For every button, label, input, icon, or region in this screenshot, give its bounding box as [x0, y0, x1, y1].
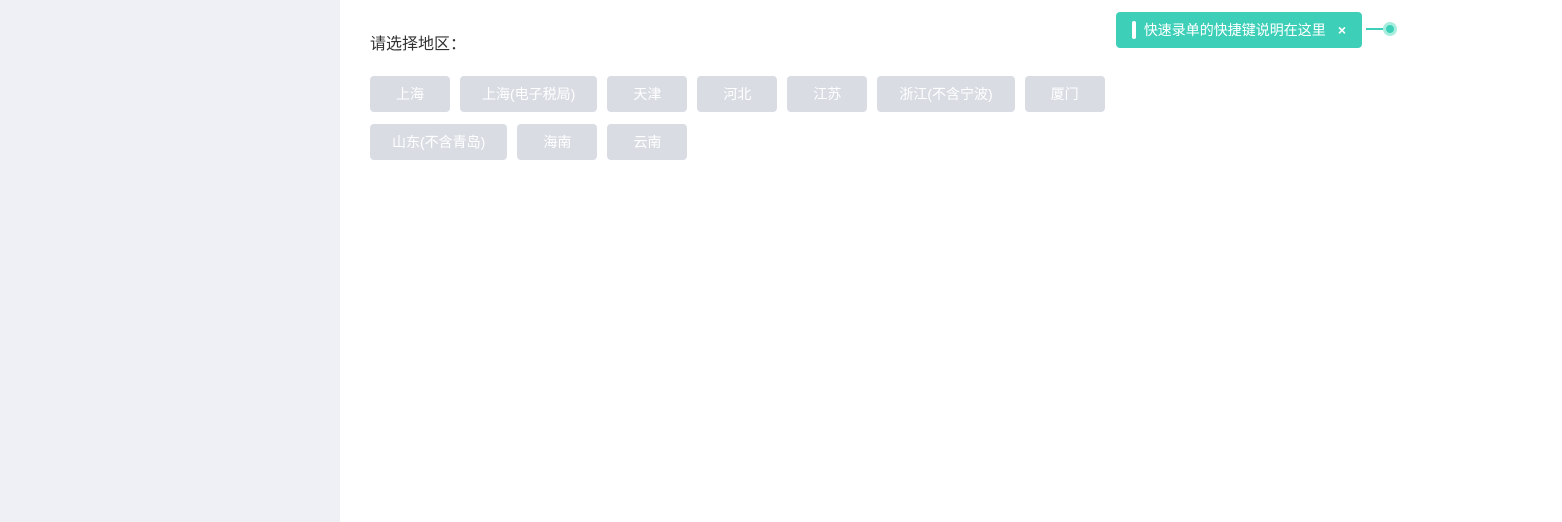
region-btn-4[interactable]: 江苏 [787, 76, 867, 112]
region-btn-row2-2[interactable]: 云南 [607, 124, 687, 160]
tooltip-connector-dot [1383, 22, 1397, 36]
region-btn-row2-1[interactable]: 海南 [517, 124, 597, 160]
region-btn-5[interactable]: 浙江(不含宁波) [877, 76, 1014, 112]
region-btn-0[interactable]: 上海 [370, 76, 450, 112]
main-content: 请选择地区： 上海上海(电子税局)天津河北江苏浙江(不含宁波)厦门 山东(不含青… [340, 0, 1562, 522]
tooltip-banner: 快速录单的快捷键说明在这里 × [1116, 12, 1362, 48]
region-btn-2[interactable]: 天津 [607, 76, 687, 112]
region-btn-6[interactable]: 厦门 [1025, 76, 1105, 112]
region-section: 请选择地区： 上海上海(电子税局)天津河北江苏浙江(不含宁波)厦门 山东(不含青… [340, 0, 1562, 202]
region-btn-row2-0[interactable]: 山东(不含青岛) [370, 124, 507, 160]
region-row-1: 上海上海(电子税局) 天津河北江苏浙江(不含宁波) 厦门 [370, 76, 1532, 112]
tooltip-close-button[interactable]: × [1338, 22, 1346, 38]
region-btn-1[interactable]: 上海(电子税局) [460, 76, 597, 112]
sidebar [0, 0, 340, 522]
tooltip-text: 快速录单的快捷键说明在这里 [1144, 20, 1326, 40]
region-btn-3[interactable]: 河北 [697, 76, 777, 112]
tooltip-bar [1132, 21, 1136, 39]
region-row-2: 山东(不含青岛) 海南云南 [370, 124, 1532, 160]
